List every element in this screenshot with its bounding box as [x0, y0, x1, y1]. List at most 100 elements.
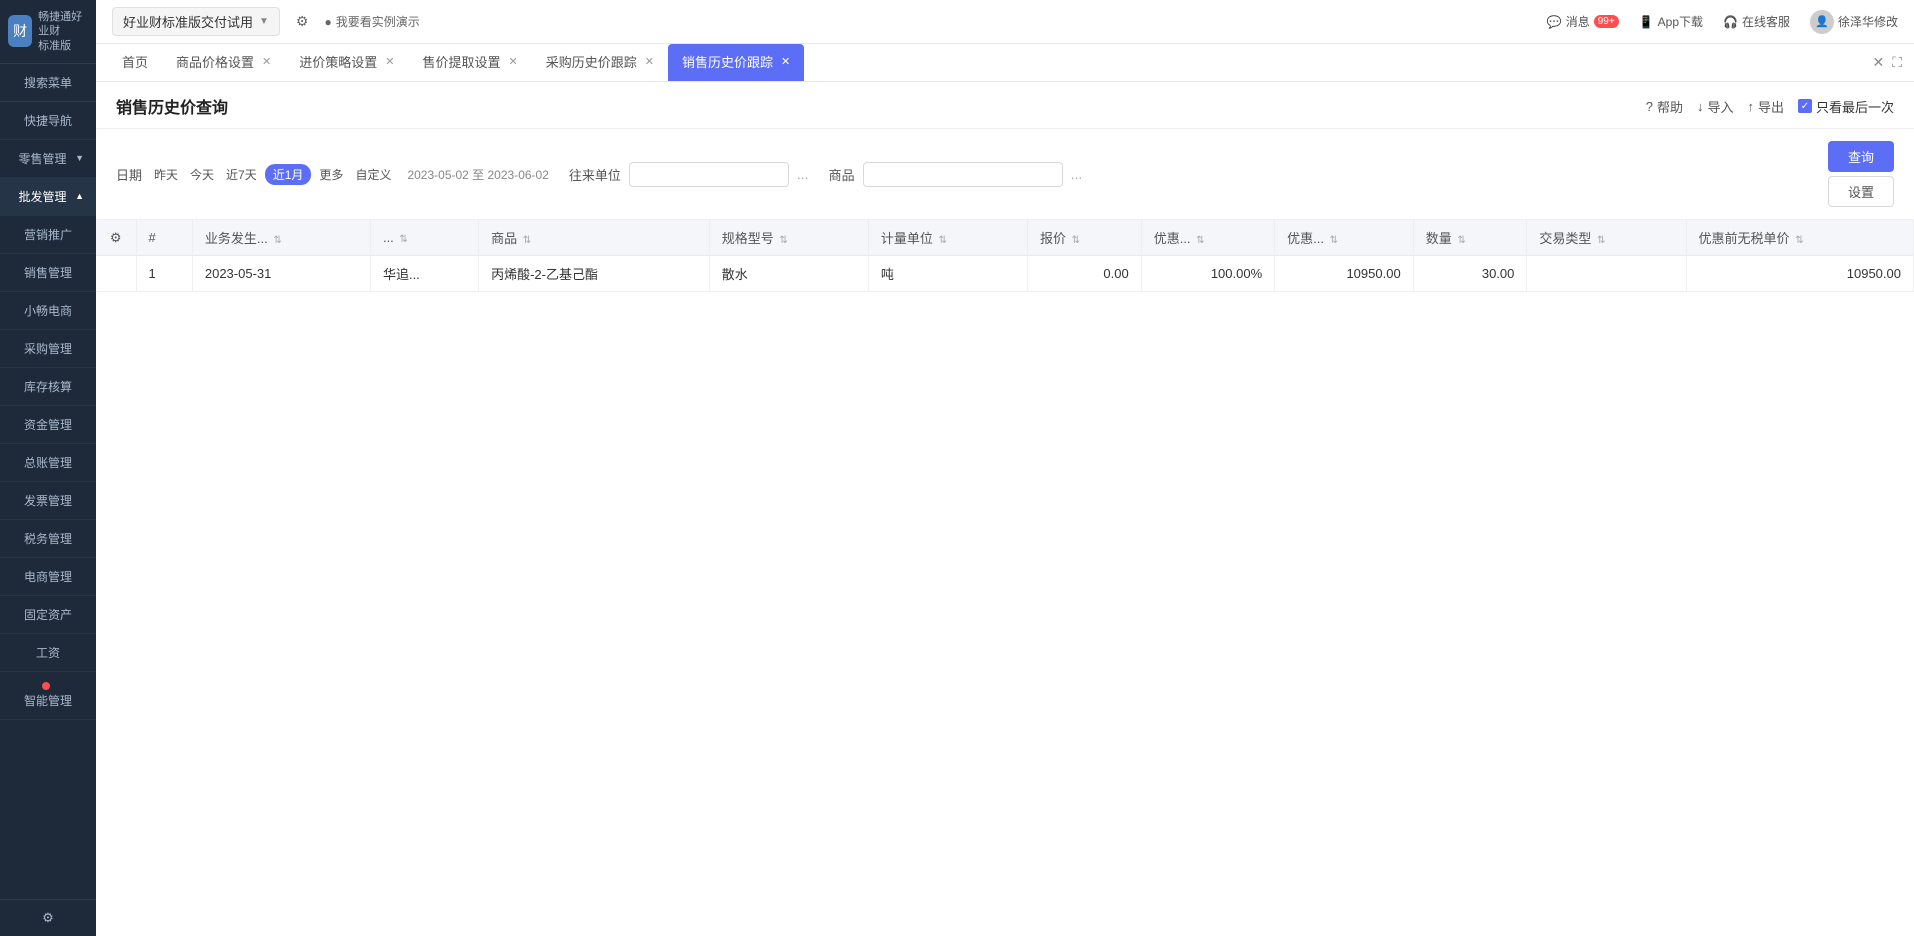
col-date[interactable]: 业务发生... ⇅: [192, 220, 370, 256]
col-pre-tax-price[interactable]: 优惠前无税单价 ⇅: [1686, 220, 1913, 256]
source-unit-filter-group: 往来单位 ...: [569, 162, 809, 187]
sidebar-settings-button[interactable]: ⚙: [0, 899, 96, 936]
td-discount-pct: 100.00%: [1141, 256, 1274, 292]
sidebar-item-tax[interactable]: 税务管理: [0, 520, 96, 558]
logo-icon: 财: [8, 15, 32, 47]
tab-sale-pickup[interactable]: 售价提取设置 ✕: [408, 44, 531, 81]
date-opt-today[interactable]: 今天: [186, 164, 218, 185]
sort-price-icon: ⇅: [1072, 235, 1080, 246]
sort-discount-pct-icon: ⇅: [1196, 235, 1204, 246]
page-header: 销售历史价查询 ? 帮助 ↓ 导入 ↑ 导出 ✓ 只看最后一次: [96, 82, 1914, 129]
col-trade-type[interactable]: 交易类型 ⇅: [1527, 220, 1686, 256]
goods-input[interactable]: [863, 162, 1063, 187]
col-qty[interactable]: 数量 ⇅: [1413, 220, 1527, 256]
sidebar-item-marketing[interactable]: 营销推广: [0, 216, 96, 254]
filter-bar: 日期 昨天 今天 近7天 近1月 更多 自定义 2023-05-02 至 202…: [96, 129, 1914, 220]
date-opt-yesterday[interactable]: 昨天: [150, 164, 182, 185]
table-container: ⚙ # 业务发生... ⇅ ... ⇅ 商品 ⇅: [96, 220, 1914, 936]
date-opt-custom[interactable]: 自定义: [351, 164, 395, 185]
online-service-button[interactable]: 🎧 在线客服: [1723, 13, 1790, 30]
import-button[interactable]: ↓ 导入: [1697, 97, 1734, 116]
help-icon: ?: [1646, 99, 1653, 114]
settings-button[interactable]: 设置: [1828, 176, 1894, 207]
date-opt-more[interactable]: 更多: [315, 164, 347, 185]
app-download-button[interactable]: 📱 App下载: [1639, 13, 1703, 30]
query-button[interactable]: 查询: [1828, 141, 1894, 172]
sidebar-item-ledger[interactable]: 总账管理: [0, 444, 96, 482]
sidebar-item-smart[interactable]: 智能管理: [0, 672, 96, 720]
sidebar-item-wholesale[interactable]: 批发管理 ▲: [0, 178, 96, 216]
checkbox-checked-icon: ✓: [1798, 99, 1812, 113]
td-more: 华追...: [370, 256, 478, 292]
version-selector[interactable]: 好业财标准版交付试用 ▼: [112, 7, 280, 36]
topbar-settings-icon[interactable]: ⚙: [296, 13, 309, 30]
sidebar-item-retail[interactable]: 零售管理 ▼: [0, 140, 96, 178]
topbar: 好业财标准版交付试用 ▼ ⚙ ● 我要看实例演示 💬 消息 99+ 📱 App下…: [96, 0, 1914, 44]
message-badge: 99+: [1594, 15, 1619, 28]
tab-close-price-settings[interactable]: ✕: [262, 55, 271, 68]
td-trade-type: [1527, 256, 1686, 292]
col-price[interactable]: 报价 ⇅: [1028, 220, 1142, 256]
logo-text: 畅捷通好业财 标准版: [38, 10, 88, 53]
sidebar-item-purchase[interactable]: 采购管理: [0, 330, 96, 368]
only-last-checkbox[interactable]: ✓ 只看最后一次: [1798, 97, 1894, 116]
tab-close-purchase-strategy[interactable]: ✕: [385, 55, 394, 68]
col-spec[interactable]: 规格型号 ⇅: [709, 220, 868, 256]
page-content: 销售历史价查询 ? 帮助 ↓ 导入 ↑ 导出 ✓ 只看最后一次: [96, 82, 1914, 936]
tab-close-purchase-history[interactable]: ✕: [645, 55, 654, 68]
sidebar-search[interactable]: 搜索菜单: [0, 64, 96, 102]
source-unit-label: 往来单位: [569, 165, 621, 184]
sidebar-item-salary[interactable]: 工资: [0, 634, 96, 672]
message-label: 消息: [1566, 13, 1590, 30]
col-config[interactable]: ⚙: [96, 220, 136, 256]
sidebar-item-ecommerce-small[interactable]: 小畅电商: [0, 292, 96, 330]
td-price: 0.00: [1028, 256, 1142, 292]
tab-close-sales-history[interactable]: ✕: [781, 55, 790, 68]
sidebar-item-finance[interactable]: 资金管理: [0, 406, 96, 444]
td-pre-tax-price: 10950.00: [1686, 256, 1913, 292]
data-table: ⚙ # 业务发生... ⇅ ... ⇅ 商品 ⇅: [96, 220, 1914, 292]
date-opt-last7[interactable]: 近7天: [222, 164, 261, 185]
col-discount-pct[interactable]: 优惠... ⇅: [1141, 220, 1274, 256]
goods-more-icon[interactable]: ...: [1071, 166, 1083, 182]
tab-purchase-history[interactable]: 采购历史价跟踪 ✕: [532, 44, 668, 81]
version-selector-text: 好业财标准版交付试用: [123, 12, 253, 31]
sidebar-item-sales[interactable]: 销售管理: [0, 254, 96, 292]
tab-price-settings[interactable]: 商品价格设置 ✕: [162, 44, 285, 81]
col-discount-amt[interactable]: 优惠... ⇅: [1275, 220, 1414, 256]
tab-home[interactable]: 首页: [108, 44, 162, 81]
smart-dot-indicator: [42, 682, 50, 690]
tab-purchase-strategy[interactable]: 进价策略设置 ✕: [285, 44, 408, 81]
message-button[interactable]: 💬 消息 99+: [1547, 13, 1619, 30]
date-opt-last1m[interactable]: 近1月: [265, 164, 312, 185]
date-filter-group: 日期 昨天 今天 近7天 近1月 更多 自定义 2023-05-02 至 202…: [116, 164, 549, 185]
page-header-actions: ? 帮助 ↓ 导入 ↑ 导出 ✓ 只看最后一次: [1646, 97, 1894, 116]
col-num: #: [136, 220, 192, 256]
sidebar-item-invoice[interactable]: 发票管理: [0, 482, 96, 520]
sidebar-item-inventory[interactable]: 库存核算: [0, 368, 96, 406]
col-unit[interactable]: 计量单位 ⇅: [868, 220, 1027, 256]
sidebar-logo: 财 畅捷通好业财 标准版: [0, 0, 96, 64]
sort-trade-type-icon: ⇅: [1597, 235, 1605, 246]
source-unit-more-icon[interactable]: ...: [797, 166, 809, 182]
sort-spec-icon: ⇅: [779, 235, 787, 246]
sidebar-item-ecommerce[interactable]: 电商管理: [0, 558, 96, 596]
user-button[interactable]: 👤 徐泽华修改: [1810, 10, 1898, 34]
main-content: 好业财标准版交付试用 ▼ ⚙ ● 我要看实例演示 💬 消息 99+ 📱 App下…: [96, 0, 1914, 936]
avatar: 👤: [1810, 10, 1834, 34]
col-more[interactable]: ... ⇅: [370, 220, 478, 256]
col-goods[interactable]: 商品 ⇅: [479, 220, 710, 256]
sidebar-quick-nav[interactable]: 快捷导航: [0, 102, 96, 140]
sidebar-item-assets[interactable]: 固定资产: [0, 596, 96, 634]
td-qty: 30.00: [1413, 256, 1527, 292]
sort-discount-amt-icon: ⇅: [1330, 235, 1338, 246]
export-button[interactable]: ↑ 导出: [1747, 97, 1784, 116]
date-filter-label: 日期: [116, 165, 142, 184]
demo-button[interactable]: ● 我要看实例演示: [324, 13, 419, 30]
help-button[interactable]: ? 帮助: [1646, 97, 1683, 116]
tab-sales-history[interactable]: 销售历史价跟踪 ✕: [668, 44, 804, 81]
maximize-window-button[interactable]: ⛶: [1892, 54, 1902, 71]
close-window-button[interactable]: ✕: [1872, 54, 1884, 71]
source-unit-input[interactable]: [629, 162, 789, 187]
tab-close-sale-pickup[interactable]: ✕: [509, 55, 518, 68]
